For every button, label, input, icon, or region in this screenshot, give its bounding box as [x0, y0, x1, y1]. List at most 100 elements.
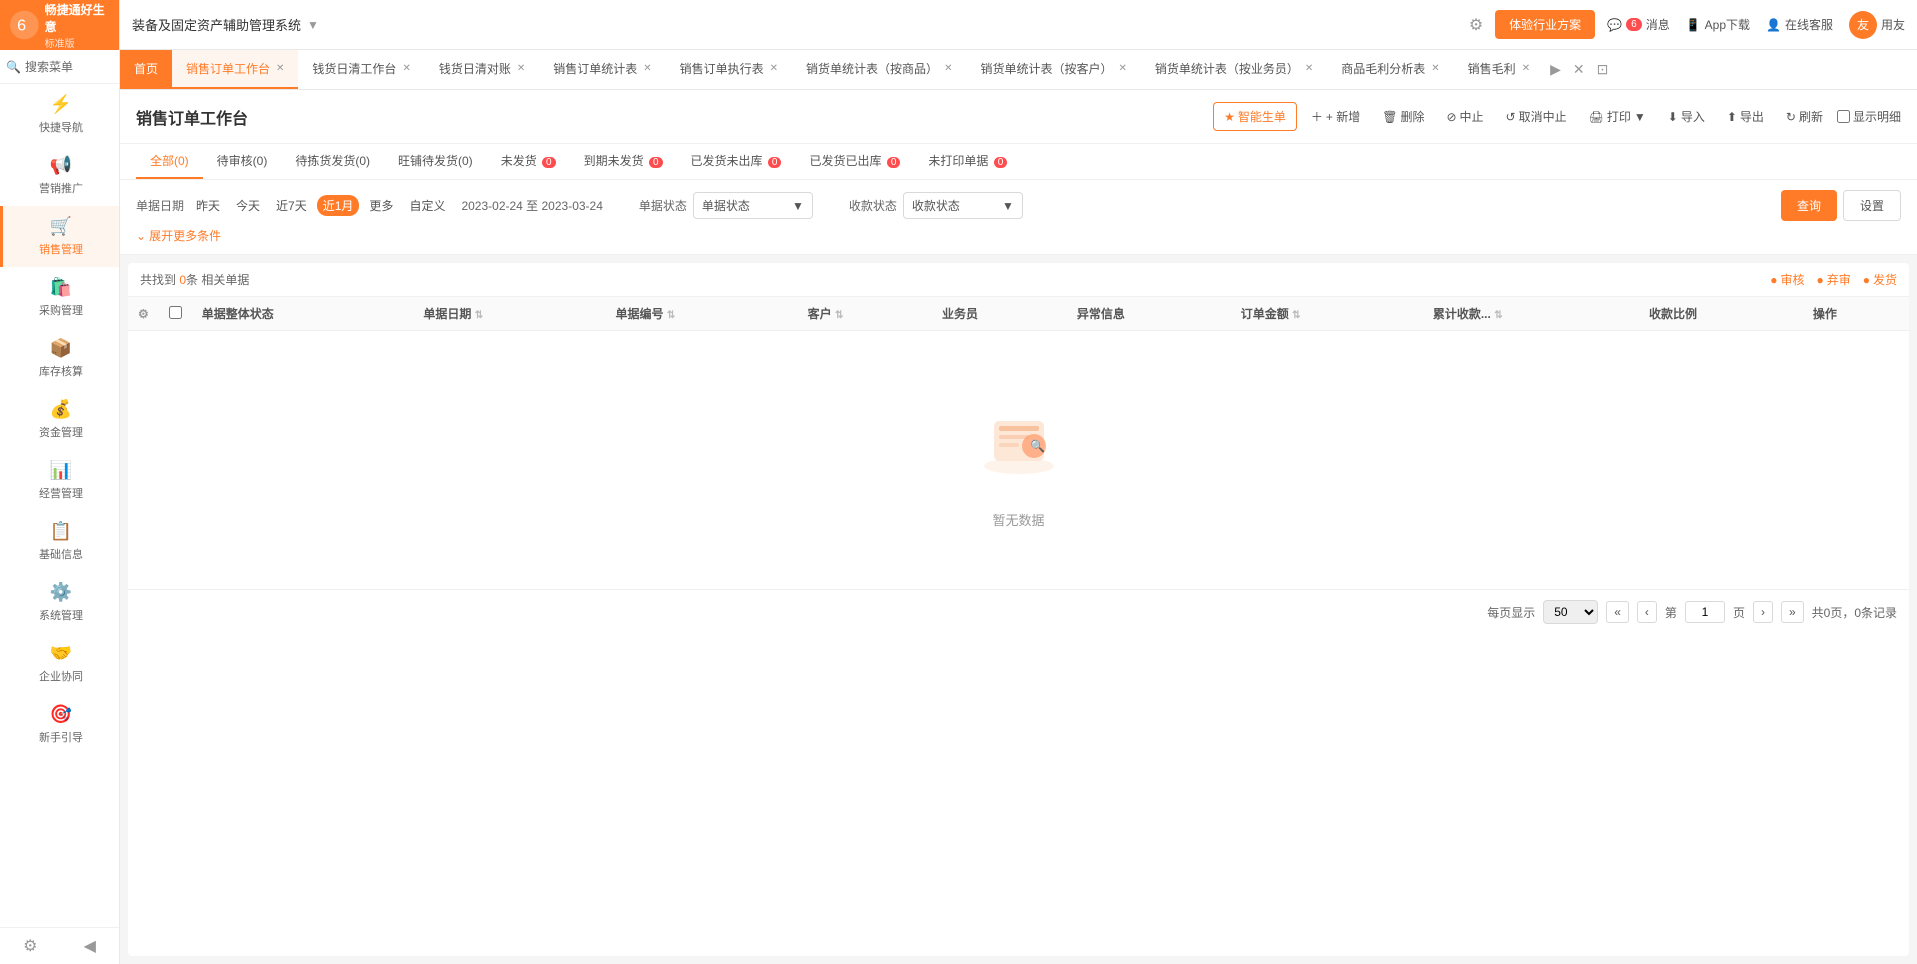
sub-tab-pending-review[interactable]: 待审核(0)	[203, 144, 282, 179]
tabs-expand[interactable]: ⊡	[1591, 61, 1615, 78]
expand-more-btn[interactable]: ⌄ 展开更多条件	[136, 227, 1901, 244]
tab-sales-order-stats-close[interactable]: ✕	[643, 63, 651, 74]
sub-tab-not-shipped[interactable]: 未发货 0	[487, 144, 570, 179]
export-btn[interactable]: ⬆ 导出	[1719, 103, 1772, 130]
select-all-checkbox[interactable]	[169, 306, 182, 319]
filter-status-select[interactable]: 单据状态 ▼	[693, 192, 813, 219]
topbar-message[interactable]: 💬 6 消息	[1607, 16, 1670, 33]
corp-label: 企业协同	[39, 668, 83, 684]
tab-cash-daily-close[interactable]: ✕	[402, 63, 410, 74]
tab-sales-order-stats[interactable]: 销售订单统计表 ✕	[539, 50, 665, 89]
toolbar-ship-btn[interactable]: ● 发货	[1863, 271, 1897, 288]
sidebar-item-inventory-check[interactable]: 📦 库存核算	[0, 328, 119, 389]
col-date[interactable]: 单据日期 ⇅	[413, 297, 605, 331]
show-details-toggle[interactable]: 显示明细	[1837, 108, 1901, 125]
per-page-select[interactable]: 20 50 100	[1543, 600, 1598, 624]
sales-label: 销售管理	[39, 241, 83, 257]
sidebar-item-sales-mgmt[interactable]: 🛒 销售管理	[0, 206, 119, 267]
query-btn[interactable]: 查询	[1781, 190, 1837, 221]
tab-product-margin-close[interactable]: ✕	[1431, 63, 1439, 74]
tab-product-margin[interactable]: 商品毛利分析表 ✕	[1327, 50, 1453, 89]
toolbar-reject-btn[interactable]: ● 弃审	[1816, 271, 1850, 288]
tab-cash-reconcile-close[interactable]: ✕	[517, 63, 525, 74]
sidebar-item-marketing-promo[interactable]: 📢 营销推广	[0, 145, 119, 206]
sidebar-item-finance-mgmt[interactable]: 💰 资金管理	[0, 389, 119, 450]
sub-tab-all[interactable]: 全部(0)	[136, 144, 203, 179]
filter-collect-select[interactable]: 收款状态 ▼	[903, 192, 1023, 219]
sidebar-item-sys-mgmt[interactable]: ⚙️ 系统管理	[0, 572, 119, 633]
topbar-online-service[interactable]: 👤 在线客服	[1766, 16, 1833, 33]
toolbar-review-btn[interactable]: ● 审核	[1770, 271, 1804, 288]
sub-tab-pending-inspect[interactable]: 待拣货发货(0)	[281, 144, 384, 179]
date-more[interactable]: 更多	[363, 195, 399, 216]
topbar-settings-icon[interactable]: ⚙	[1469, 15, 1483, 35]
filter-settings-btn[interactable]: 设置	[1843, 190, 1901, 221]
filter-status-value: 单据状态	[702, 197, 750, 214]
tab-sales-workbench[interactable]: 销售订单工作台 ✕	[172, 50, 298, 89]
sub-tab-not-printed[interactable]: 未打印单据 0	[914, 144, 1021, 179]
sub-tab-shipped-not-in[interactable]: 已发货未出库 0	[677, 144, 796, 179]
cancel-suspend-btn[interactable]: ↺ 取消中止	[1498, 103, 1575, 130]
sidebar-item-ops-mgmt[interactable]: 📊 经营管理	[0, 450, 119, 511]
not-shipped-badge: 0	[542, 157, 556, 168]
topbar-industry-btn[interactable]: 体验行业方案	[1495, 10, 1595, 39]
topbar-user[interactable]: 友 用友	[1849, 11, 1905, 39]
ai-generate-btn[interactable]: ★ 智能生单	[1213, 102, 1297, 131]
last-page-btn[interactable]: »	[1781, 601, 1804, 623]
tab-sales-order-exec[interactable]: 销售订单执行表 ✕	[666, 50, 792, 89]
tab-sales-order-exec-close[interactable]: ✕	[770, 63, 778, 74]
col-customer[interactable]: 客户 ⇅	[798, 297, 932, 331]
tab-sales-more-close[interactable]: ✕	[1522, 63, 1530, 74]
tab-sales-stats-product-close[interactable]: ✕	[944, 63, 952, 74]
topbar-app-download[interactable]: 📱 App下载	[1686, 16, 1750, 33]
tab-cash-daily[interactable]: 钱货日清工作台 ✕	[298, 50, 424, 89]
sub-tab-not-shipped-label: 未发货	[501, 154, 537, 168]
tab-sales-workbench-close[interactable]: ✕	[276, 63, 284, 74]
first-page-btn[interactable]: «	[1606, 601, 1629, 623]
refresh-btn[interactable]: ↻ 刷新	[1778, 103, 1831, 130]
tabs-nav-right[interactable]: ▶	[1544, 61, 1567, 78]
sidebar-collapse-btn[interactable]: ◀	[84, 936, 96, 956]
date-1month[interactable]: 近1月	[317, 195, 360, 216]
sidebar-item-corp-coop[interactable]: 🤝 企业协同	[0, 633, 119, 694]
col-abnormal-label: 异常信息	[1077, 307, 1125, 321]
delete-btn[interactable]: 🗑 删除	[1374, 103, 1432, 130]
col-settings[interactable]: ⚙	[128, 297, 159, 331]
sidebar-search[interactable]: 🔍 搜索菜单	[0, 50, 119, 84]
import-btn[interactable]: ⬇ 导入	[1660, 103, 1713, 130]
suspend-icon: ⊘	[1446, 110, 1456, 124]
tabs-close-all[interactable]: ✕	[1567, 61, 1591, 78]
show-details-checkbox[interactable]	[1837, 110, 1850, 123]
col-checkbox[interactable]	[159, 297, 192, 331]
sidebar-settings-btn[interactable]: ⚙	[23, 936, 37, 956]
col-collected[interactable]: 累计收款... ⇅	[1423, 297, 1639, 331]
next-page-btn[interactable]: ›	[1753, 601, 1773, 623]
tab-sales-stats-product[interactable]: 销货单统计表（按商品） ✕	[792, 50, 966, 89]
tab-sales-stats-staff[interactable]: 销货单统计表（按业务员） ✕	[1141, 50, 1327, 89]
sidebar-item-quick-nav[interactable]: ⚡ 快捷导航	[0, 84, 119, 145]
tab-home[interactable]: 首页	[120, 50, 172, 89]
tab-sales-stats-customer-close[interactable]: ✕	[1118, 63, 1126, 74]
sidebar-item-newbie-guide[interactable]: 🎯 新手引导	[0, 694, 119, 755]
tab-cash-reconcile[interactable]: 钱货日清对账 ✕	[425, 50, 539, 89]
page-input[interactable]	[1685, 601, 1725, 623]
date-today[interactable]: 今天	[230, 195, 266, 216]
add-btn[interactable]: ＋ + 新增	[1303, 103, 1368, 130]
col-amount[interactable]: 订单金额 ⇅	[1231, 297, 1423, 331]
date-custom[interactable]: 自定义	[403, 195, 451, 216]
suspend-btn[interactable]: ⊘ 中止	[1438, 103, 1491, 130]
tab-sales-more[interactable]: 销售毛利 ✕	[1454, 50, 1544, 89]
sub-tab-shipped-in-label: 已发货已出库	[809, 154, 881, 168]
date-yesterday[interactable]: 昨天	[190, 195, 226, 216]
print-btn[interactable]: 🖨 打印 ▼	[1581, 103, 1654, 130]
date-7days[interactable]: 近7天	[270, 195, 313, 216]
tab-sales-stats-staff-close[interactable]: ✕	[1305, 63, 1313, 74]
tab-sales-stats-customer[interactable]: 销货单统计表（按客户） ✕	[966, 50, 1140, 89]
col-number[interactable]: 单据编号 ⇅	[606, 297, 798, 331]
prev-page-btn[interactable]: ‹	[1637, 601, 1657, 623]
sub-tab-overdue-not-shipped[interactable]: 到期未发货 0	[570, 144, 677, 179]
sub-tab-wangpu-pending[interactable]: 旺铺待发货(0)	[384, 144, 487, 179]
sidebar-item-basic-info[interactable]: 📋 基础信息	[0, 511, 119, 572]
sub-tab-shipped-in[interactable]: 已发货已出库 0	[795, 144, 914, 179]
sidebar-item-purchase-mgmt[interactable]: 🛍️ 采购管理	[0, 267, 119, 328]
